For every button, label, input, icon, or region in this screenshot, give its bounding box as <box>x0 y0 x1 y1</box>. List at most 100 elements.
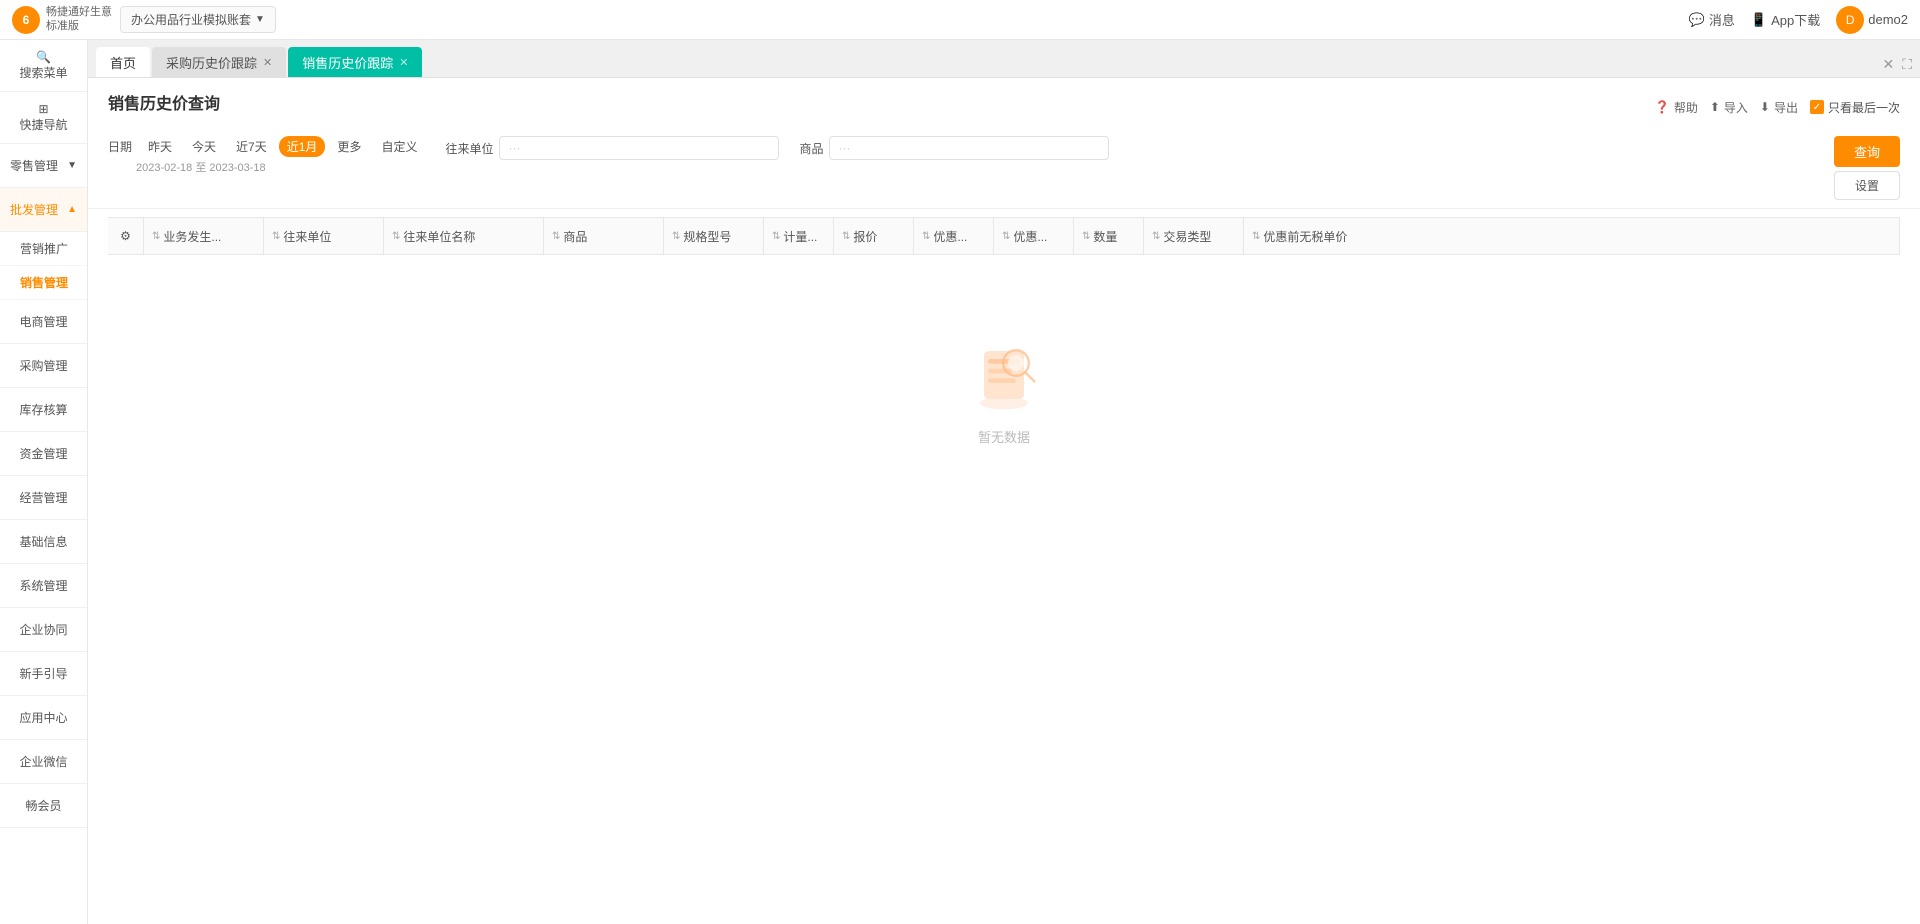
tab-home[interactable]: 首页 <box>96 47 150 77</box>
tab-purchase-label: 采购历史价跟踪 <box>166 53 257 72</box>
table-header: ⚙ ⇅ 业务发生... ⇅ 往来单位 ⇅ 往来单位名称 <box>108 217 1900 255</box>
tab-sales-close[interactable]: ✕ <box>399 56 408 69</box>
product-filter-label: 商品 <box>799 140 823 157</box>
logo-icon: 6 <box>12 6 40 34</box>
th-quote[interactable]: ⇅ 报价 <box>834 218 914 254</box>
sidebar-item-vip[interactable]: 畅会员 <box>0 784 87 828</box>
th-discount1[interactable]: ⇅ 优惠... <box>914 218 994 254</box>
sidebar-item-purchase[interactable]: 采购管理 <box>0 344 87 388</box>
tab-maximize-icon[interactable]: ⛶ <box>1902 56 1912 73</box>
sort-icon: ⇅ <box>842 231 850 242</box>
th-tax-price[interactable]: ⇅ 优惠前无税单价 <box>1244 218 1900 254</box>
tab-close-all-icon[interactable]: ✕ <box>1882 56 1894 73</box>
empty-state: 暂无数据 <box>108 255 1900 526</box>
page-header-actions: ❓ 帮助 ⬆ 导入 ⬇ 导出 ✓ 只看最后一次 <box>1655 99 1900 116</box>
sidebar-item-basic-info[interactable]: 基础信息 <box>0 520 87 564</box>
settings-button[interactable]: 设置 <box>1834 171 1900 200</box>
chevron-down-icon: ▼ <box>255 14 265 25</box>
grid-icon: ⊞ <box>38 102 48 116</box>
checkbox-icon: ✓ <box>1810 100 1824 114</box>
help-action[interactable]: ❓ 帮助 <box>1655 99 1698 116</box>
sort-icon: ⇅ <box>1082 231 1090 242</box>
sidebar-sub-item-sales[interactable]: 销售管理 <box>0 266 87 300</box>
top-bar-left: 6 畅捷通好生意 标准版 办公用品行业模拟账套 ▼ <box>12 6 276 34</box>
date-tab-today[interactable]: 今天 <box>184 136 224 157</box>
empty-illustration <box>964 335 1044 415</box>
logo-text: 畅捷通好生意 标准版 <box>46 6 112 32</box>
sort-icon: ⇅ <box>922 231 930 242</box>
th-trade-type[interactable]: ⇅ 交易类型 <box>1144 218 1244 254</box>
top-bar: 6 畅捷通好生意 标准版 办公用品行业模拟账套 ▼ 💬 消息 📱 App下载 D… <box>0 0 1920 40</box>
sort-icon: ⇅ <box>672 231 680 242</box>
sidebar-item-app-center[interactable]: 应用中心 <box>0 696 87 740</box>
sort-icon: ⇅ <box>1252 231 1260 242</box>
th-unit[interactable]: ⇅ 计量... <box>764 218 834 254</box>
sidebar-item-system[interactable]: 系统管理 <box>0 564 87 608</box>
partner-filter-label: 往来单位 <box>445 140 493 157</box>
th-spec[interactable]: ⇅ 规格型号 <box>664 218 764 254</box>
only-last-checkbox[interactable]: ✓ 只看最后一次 <box>1810 99 1900 116</box>
th-settings[interactable]: ⚙ <box>108 218 144 254</box>
partner-input[interactable]: ··· <box>499 136 779 160</box>
tab-purchase-close[interactable]: ✕ <box>263 56 272 69</box>
th-product[interactable]: ⇅ 商品 <box>544 218 664 254</box>
app-download-nav[interactable]: 📱 App下载 <box>1751 10 1820 29</box>
content-area: 首页 采购历史价跟踪 ✕ 销售历史价跟踪 ✕ ✕ ⛶ 销售历史价查询 <box>88 40 1920 924</box>
tab-purchase-history[interactable]: 采购历史价跟踪 ✕ <box>152 47 286 77</box>
search-icon: 🔍 <box>36 50 51 64</box>
date-tab-more[interactable]: 更多 <box>329 136 369 157</box>
th-discount2[interactable]: ⇅ 优惠... <box>994 218 1074 254</box>
sort-icon: ⇅ <box>1002 231 1010 242</box>
product-input[interactable]: ··· <box>829 136 1109 160</box>
th-partner-name[interactable]: ⇅ 往来单位名称 <box>384 218 544 254</box>
page-content: 销售历史价查询 ❓ 帮助 ⬆ 导入 ⬇ 导出 <box>88 78 1920 924</box>
export-action[interactable]: ⬇ 导出 <box>1760 99 1798 116</box>
query-button[interactable]: 查询 <box>1834 136 1900 167</box>
tab-sales-label: 销售历史价跟踪 <box>302 53 393 72</box>
sidebar-item-retail[interactable]: 零售管理 ▼ <box>0 144 87 188</box>
date-tab-1month[interactable]: 近1月 <box>279 136 326 157</box>
user-menu[interactable]: D demo2 <box>1836 6 1908 34</box>
sidebar-item-ecommerce[interactable]: 电商管理 <box>0 300 87 344</box>
date-filter: 日期 昨天 今天 近7天 近1月 更多 自定义 2023-02-18 至 202… <box>108 136 425 175</box>
sidebar-item-enterprise[interactable]: 企业协同 <box>0 608 87 652</box>
sort-icon: ⇅ <box>1152 231 1160 242</box>
main-layout: 🔍 搜索菜单 ⊞ 快捷导航 零售管理 ▼ 批发管理 ▲ 营销推广 销售管理 电商… <box>0 40 1920 924</box>
tab-sales-history[interactable]: 销售历史价跟踪 ✕ <box>288 47 422 77</box>
filter-buttons: 查询 设置 <box>1834 136 1900 200</box>
sidebar-item-wechat[interactable]: 企业微信 <box>0 740 87 784</box>
th-qty[interactable]: ⇅ 数量 <box>1074 218 1144 254</box>
product-filter: 商品 ··· <box>799 136 1109 160</box>
chevron-up-icon: ▲ <box>67 204 77 215</box>
th-biz-date[interactable]: ⇅ 业务发生... <box>144 218 264 254</box>
help-icon: ❓ <box>1655 100 1670 114</box>
tab-bar-actions: ✕ ⛶ <box>1882 56 1912 77</box>
message-nav[interactable]: 💬 消息 <box>1689 10 1735 29</box>
tab-bar: 首页 采购历史价跟踪 ✕ 销售历史价跟踪 ✕ ✕ ⛶ <box>88 40 1920 78</box>
import-action[interactable]: ⬆ 导入 <box>1710 99 1748 116</box>
company-selector[interactable]: 办公用品行业模拟账套 ▼ <box>120 6 276 33</box>
date-tab-yesterday[interactable]: 昨天 <box>140 136 180 157</box>
sidebar-item-shortcut[interactable]: ⊞ 快捷导航 <box>0 92 87 144</box>
date-filter-label: 日期 <box>108 138 132 155</box>
sidebar-item-inventory[interactable]: 库存核算 <box>0 388 87 432</box>
sidebar-item-search[interactable]: 🔍 搜索菜单 <box>0 40 87 92</box>
date-tab-custom[interactable]: 自定义 <box>373 136 425 157</box>
sidebar-sub-item-marketing[interactable]: 营销推广 <box>0 232 87 266</box>
date-tab-7days[interactable]: 近7天 <box>228 136 275 157</box>
table-area: ⚙ ⇅ 业务发生... ⇅ 往来单位 ⇅ 往来单位名称 <box>88 217 1920 526</box>
sort-icon: ⇅ <box>152 231 160 242</box>
top-bar-right: 💬 消息 📱 App下载 D demo2 <box>1689 6 1908 34</box>
empty-text: 暂无数据 <box>978 427 1030 446</box>
sort-icon: ⇅ <box>392 231 400 242</box>
th-partner-code[interactable]: ⇅ 往来单位 <box>264 218 384 254</box>
sidebar: 🔍 搜索菜单 ⊞ 快捷导航 零售管理 ▼ 批发管理 ▲ 营销推广 销售管理 电商… <box>0 40 88 924</box>
gear-icon: ⚙ <box>120 229 131 243</box>
tab-home-label: 首页 <box>110 53 136 72</box>
date-range-display: 2023-02-18 至 2023-03-18 <box>108 159 425 175</box>
sidebar-item-guide[interactable]: 新手引导 <box>0 652 87 696</box>
sidebar-item-wholesale[interactable]: 批发管理 ▲ <box>0 188 87 232</box>
sidebar-item-finance[interactable]: 资金管理 <box>0 432 87 476</box>
sidebar-item-operation[interactable]: 经营管理 <box>0 476 87 520</box>
partner-filter: 往来单位 ··· <box>445 136 779 160</box>
